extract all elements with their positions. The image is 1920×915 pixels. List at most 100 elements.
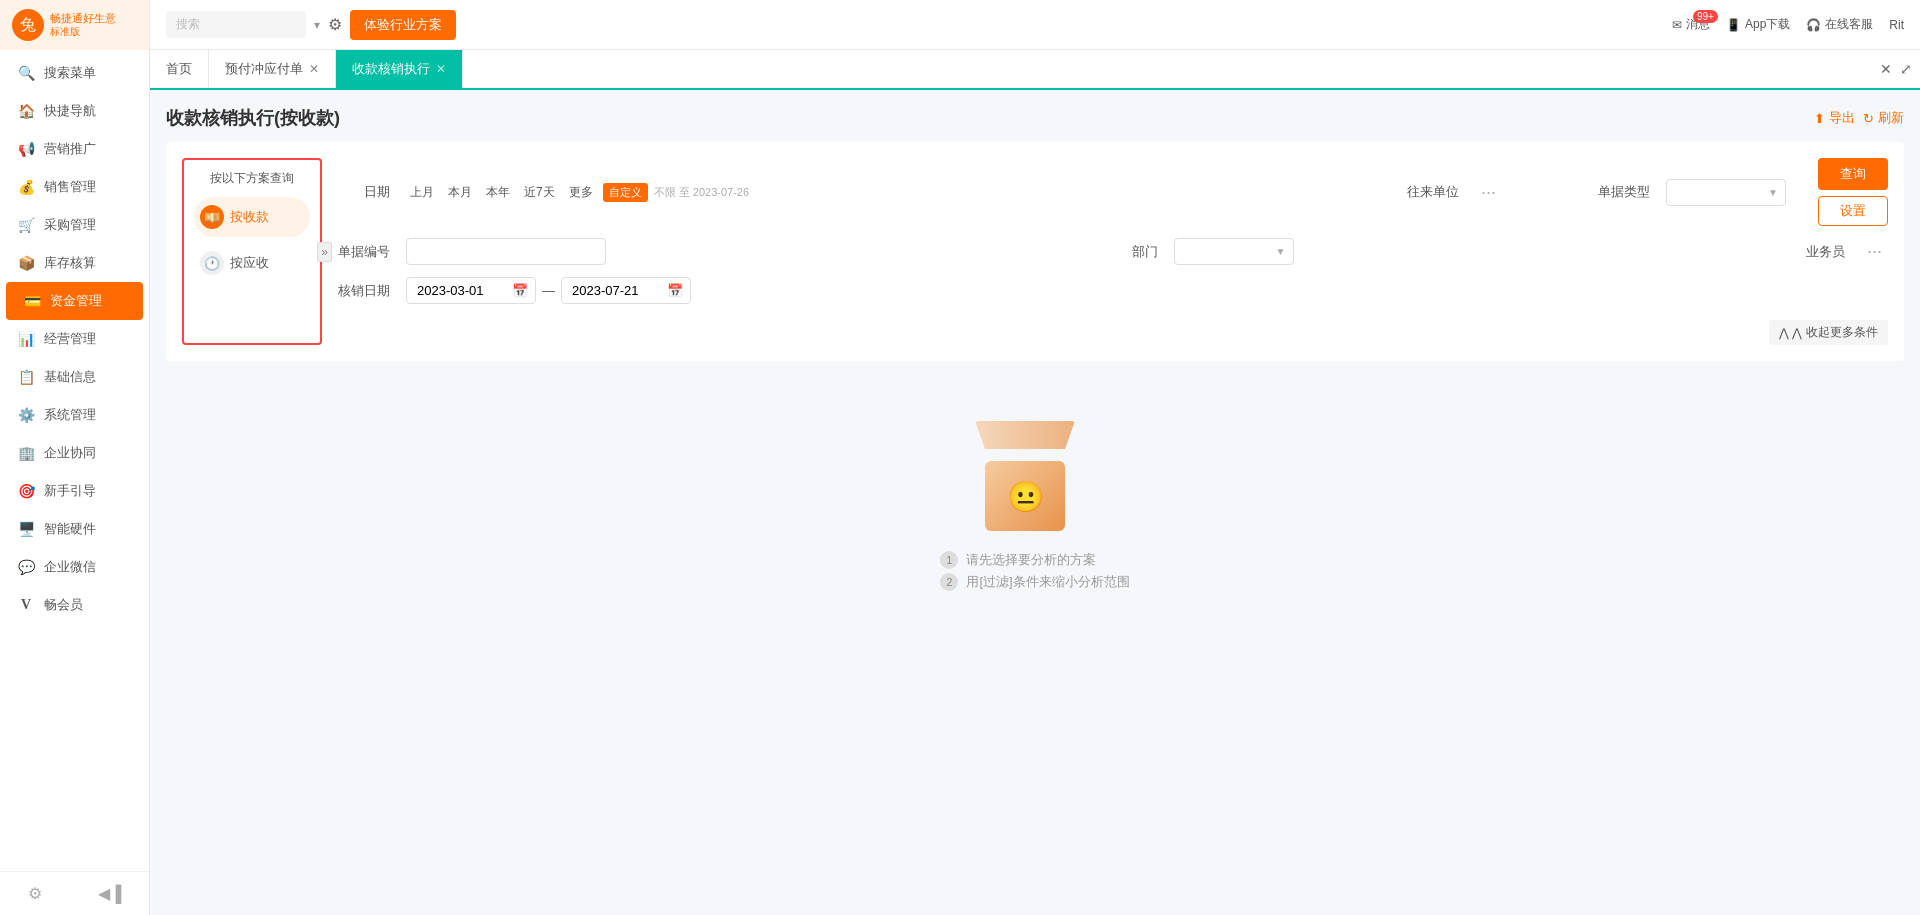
empty-hint-1: 1 请先选择要分析的方案 bbox=[940, 551, 1129, 569]
writeoff-end-wrap: 📅 bbox=[561, 277, 691, 304]
dept-select-wrap: ▼ bbox=[1174, 238, 1294, 265]
writeoff-date-range: 📅 — 📅 bbox=[406, 277, 691, 304]
sidebar-item-basic[interactable]: 📋 基础信息 bbox=[0, 358, 149, 396]
writeoff-start-input[interactable] bbox=[406, 277, 536, 304]
megaphone-icon: 📢 bbox=[16, 141, 36, 157]
tabs-bar: 首页 预付冲应付单 ✕ 收款核销执行 ✕ ✕ ⤢ bbox=[150, 50, 1920, 90]
tab-prepay-label: 预付冲应付单 bbox=[225, 60, 303, 78]
sidebar-item-member[interactable]: V 畅会员 bbox=[0, 586, 149, 624]
building-icon: 🏢 bbox=[16, 445, 36, 461]
sidebar-item-inventory[interactable]: 📦 库存核算 bbox=[0, 244, 149, 282]
industry-solution-button[interactable]: 体验行业方案 bbox=[350, 10, 456, 40]
sidebar: 兔 畅捷通好生意 标准版 🔍 搜索菜单 🏠 快捷导航 📢 营销推广 💰 销售管理… bbox=[0, 0, 150, 915]
header-right: ✉ 消息 99+ 📱 App下载 🎧 在线客服 Rit bbox=[1672, 16, 1904, 33]
date-no-limit-note: 不限 至 2023-07-26 bbox=[654, 185, 749, 200]
sidebar-item-hardware[interactable]: 🖥️ 智能硬件 bbox=[0, 510, 149, 548]
page-title-bar: 收款核销执行(按收款) ⬆ 导出 ↻ 刷新 bbox=[166, 106, 1904, 130]
sidebar-item-label: 快捷导航 bbox=[44, 102, 96, 120]
sidebar-item-label: 营销推广 bbox=[44, 140, 96, 158]
settings-footer-icon[interactable]: ⚙ bbox=[24, 880, 46, 907]
refresh-label: 刷新 bbox=[1878, 109, 1904, 127]
sidebar-item-finance[interactable]: 💳 资金管理 bbox=[6, 282, 143, 320]
close-tab-icon[interactable]: ✕ bbox=[1880, 61, 1892, 77]
this-year-btn[interactable]: 本年 bbox=[482, 182, 514, 203]
export-label: 导出 bbox=[1829, 109, 1855, 127]
sidebar-item-search[interactable]: 🔍 搜索菜单 bbox=[0, 54, 149, 92]
export-icon: ⬆ bbox=[1814, 111, 1825, 126]
online-service-link[interactable]: 🎧 在线客服 bbox=[1806, 16, 1873, 33]
sidebar-item-sales[interactable]: 💰 销售管理 bbox=[0, 168, 149, 206]
main-area: 搜索 ▾ ⚙ 体验行业方案 ✉ 消息 99+ 📱 App下载 🎧 在线客服 Ri… bbox=[150, 0, 1920, 915]
staff-ellipsis[interactable]: ··· bbox=[1861, 241, 1888, 262]
app-sub: 标准版 bbox=[50, 25, 116, 39]
sidebar-item-marketing[interactable]: 📢 营销推广 bbox=[0, 130, 149, 168]
export-button[interactable]: ⬆ 导出 bbox=[1814, 109, 1855, 127]
sidebar-item-corp[interactable]: 🏢 企业协同 bbox=[0, 434, 149, 472]
last-7days-btn[interactable]: 近7天 bbox=[520, 182, 559, 203]
tab-prepay-close-icon[interactable]: ✕ bbox=[309, 62, 319, 76]
empty-box-body: 😐 bbox=[985, 461, 1065, 531]
this-month-btn[interactable]: 本月 bbox=[444, 182, 476, 203]
filter-row-2: 单据编号 部门 ▼ 业务员 ··· bbox=[334, 238, 1888, 265]
settings-button[interactable]: 设置 bbox=[1818, 196, 1888, 226]
tab-receipt-cancel[interactable]: 收款核销执行 ✕ bbox=[336, 50, 463, 88]
doc-type-select[interactable] bbox=[1666, 179, 1786, 206]
top-header: 搜索 ▾ ⚙ 体验行业方案 ✉ 消息 99+ 📱 App下载 🎧 在线客服 Ri… bbox=[150, 0, 1920, 50]
app-download-link[interactable]: 📱 App下载 bbox=[1726, 16, 1790, 33]
writeoff-end-input[interactable] bbox=[561, 277, 691, 304]
last-month-btn[interactable]: 上月 bbox=[406, 182, 438, 203]
by-receipt-label: 按收款 bbox=[230, 208, 269, 226]
query-option-by-receipt[interactable]: 💴 按收款 bbox=[194, 197, 310, 237]
empty-hint-2: 2 用[过滤]条件来缩小分析范围 bbox=[940, 573, 1129, 591]
doc-no-input[interactable] bbox=[406, 238, 606, 265]
tab-home[interactable]: 首页 bbox=[150, 50, 209, 88]
query-button[interactable]: 查询 bbox=[1818, 158, 1888, 190]
sidebar-item-label: 畅会员 bbox=[44, 596, 83, 614]
counterpart-label: 往来单位 bbox=[1403, 183, 1459, 201]
doc-type-select-wrap: ▼ bbox=[1666, 179, 1786, 206]
query-option-by-receivable[interactable]: 🕐 按应收 bbox=[194, 243, 310, 283]
sidebar-item-shortcut[interactable]: 🏠 快捷导航 bbox=[0, 92, 149, 130]
collapse-more-icon: ⋀ ⋀ bbox=[1779, 326, 1802, 340]
counterpart-ellipsis[interactable]: ··· bbox=[1475, 182, 1502, 203]
header-left: 搜索 ▾ ⚙ 体验行业方案 bbox=[166, 10, 456, 40]
sidebar-item-operation[interactable]: 📊 经营管理 bbox=[0, 320, 149, 358]
user-name[interactable]: Rit bbox=[1889, 18, 1904, 32]
home-icon: 🏠 bbox=[16, 103, 36, 119]
tab-receipt-cancel-close-icon[interactable]: ✕ bbox=[436, 62, 446, 76]
money-icon: 💰 bbox=[16, 179, 36, 195]
chevron-down-icon[interactable]: ▾ bbox=[314, 18, 320, 32]
filter-row-1: 日期 上月 本月 本年 近7天 更多 自定义 不限 至 2023-07-26 往… bbox=[334, 158, 1888, 226]
collapse-more-row: ⋀ ⋀ 收起更多条件 bbox=[334, 320, 1888, 345]
collapse-panel-icon[interactable]: » bbox=[317, 242, 332, 262]
sidebar-item-guide[interactable]: 🎯 新手引导 bbox=[0, 472, 149, 510]
receivable-icon: 🕐 bbox=[200, 251, 224, 275]
custom-date-btn[interactable]: 自定义 bbox=[603, 183, 648, 202]
refresh-button[interactable]: ↻ 刷新 bbox=[1863, 109, 1904, 127]
sidebar-item-purchase[interactable]: 🛒 采购管理 bbox=[0, 206, 149, 244]
filter-row-3: 核销日期 📅 — 📅 bbox=[334, 277, 1888, 304]
app-download-label: App下载 bbox=[1745, 16, 1790, 33]
dept-select[interactable] bbox=[1174, 238, 1294, 265]
collapse-sidebar-icon[interactable]: ◀▐ bbox=[94, 880, 125, 907]
sidebar-item-system[interactable]: ⚙️ 系统管理 bbox=[0, 396, 149, 434]
config-gear-icon[interactable]: ⚙ bbox=[328, 15, 342, 34]
collapse-more-label: 收起更多条件 bbox=[1806, 324, 1878, 341]
gear-icon: ⚙️ bbox=[16, 407, 36, 423]
sidebar-footer: ⚙ ◀▐ bbox=[0, 871, 149, 915]
empty-illustration: 😐 bbox=[975, 421, 1095, 531]
expand-tab-icon[interactable]: ⤢ bbox=[1900, 61, 1912, 77]
sidebar-item-wechat[interactable]: 💬 企业微信 bbox=[0, 548, 149, 586]
tab-prepay[interactable]: 预付冲应付单 ✕ bbox=[209, 50, 336, 88]
title-actions: ⬆ 导出 ↻ 刷新 bbox=[1814, 109, 1904, 127]
search-menu-icon: 🔍 bbox=[16, 65, 36, 81]
chat-icon: 💬 bbox=[16, 559, 36, 575]
more-date-btn[interactable]: 更多 bbox=[565, 182, 597, 203]
message-button[interactable]: ✉ 消息 99+ bbox=[1672, 16, 1710, 33]
target-icon: 🎯 bbox=[16, 483, 36, 499]
query-panel: 按以下方案查询 💴 按收款 🕐 按应收 » bbox=[182, 158, 322, 345]
collapse-more-button[interactable]: ⋀ ⋀ 收起更多条件 bbox=[1769, 320, 1888, 345]
sidebar-item-label: 系统管理 bbox=[44, 406, 96, 424]
refresh-icon: ↻ bbox=[1863, 111, 1874, 126]
date-label: 日期 bbox=[334, 183, 390, 201]
